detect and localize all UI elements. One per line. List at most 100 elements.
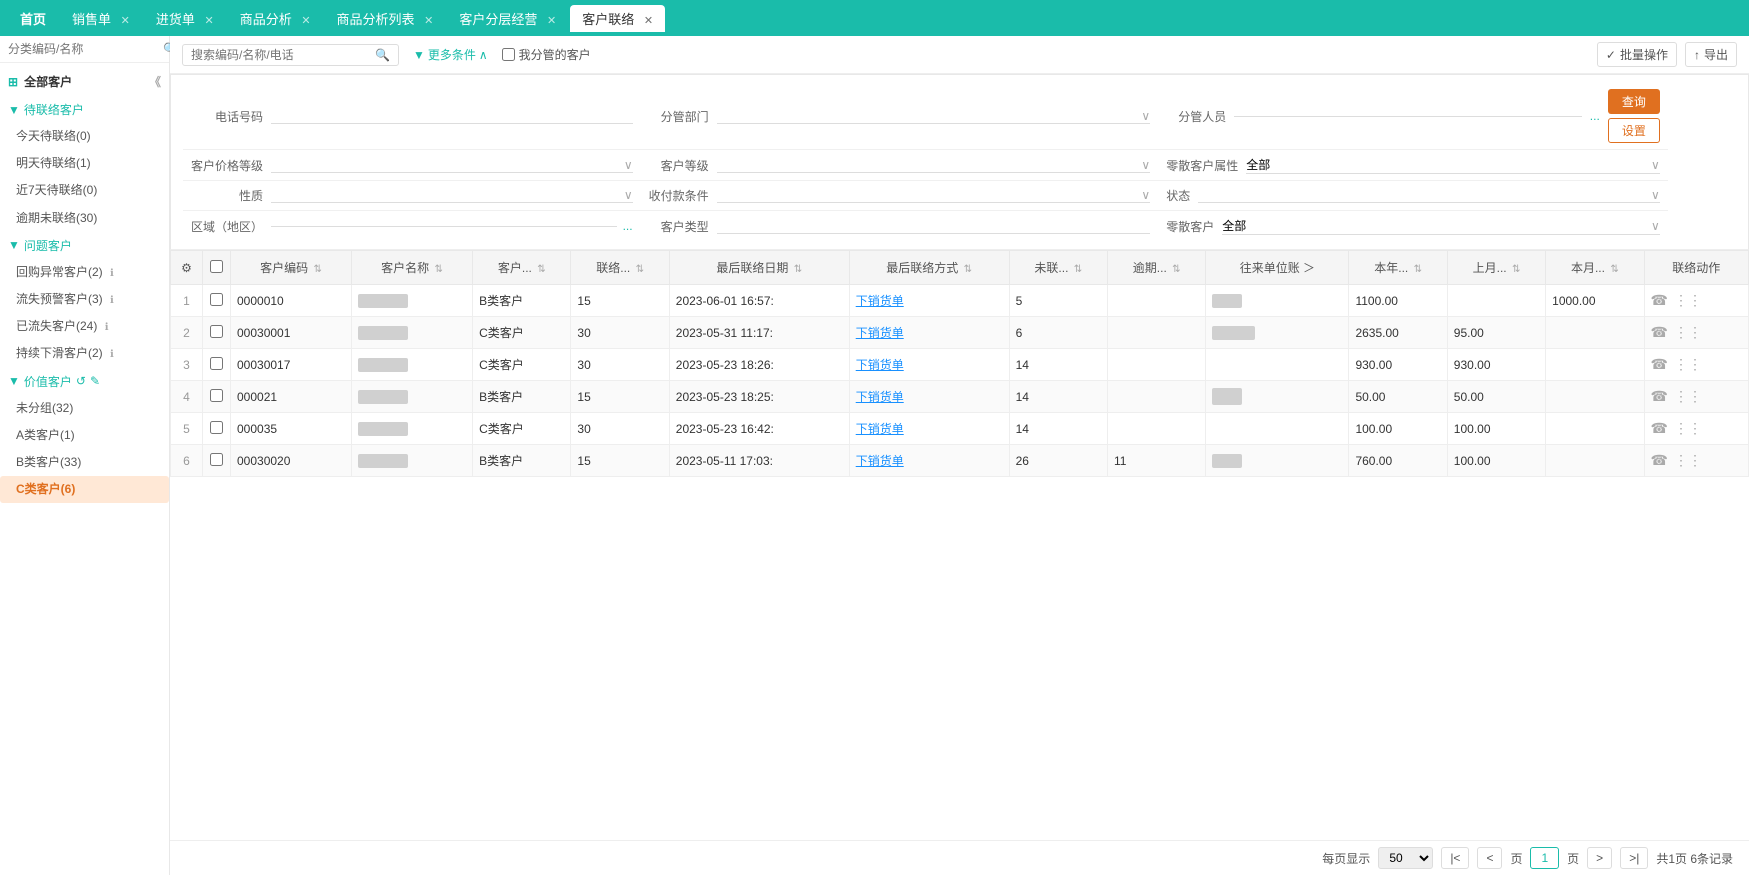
my-customers-checkbox[interactable] (502, 48, 515, 61)
row-action[interactable]: ☎ ⋮⋮ (1644, 381, 1748, 413)
row-checkbox-cell[interactable] (203, 349, 231, 381)
col-year[interactable]: 本年... ⇅ (1349, 251, 1447, 285)
contact-icon[interactable]: ☎ (1651, 420, 1668, 437)
gear-settings-icon[interactable]: ⚙ (181, 261, 192, 275)
my-customers-filter[interactable]: 我分管的客户 (502, 46, 591, 63)
close-sales-icon[interactable]: ✕ (121, 15, 130, 27)
nav-product-analysis[interactable]: 商品分析 ✕ (228, 5, 323, 32)
row-checkbox[interactable] (210, 357, 223, 370)
col-contact[interactable]: 联络... ⇅ (571, 251, 669, 285)
last-page-button[interactable]: >| (1620, 847, 1648, 869)
sidebar-item-class-a[interactable]: A类客户(1) (0, 422, 169, 449)
row-checkbox-cell[interactable] (203, 413, 231, 445)
col-overdue[interactable]: 逾期... ⇅ (1107, 251, 1205, 285)
sidebar-search-input[interactable] (8, 42, 163, 56)
sidebar-section-problem[interactable]: ▼ 问题客户 (0, 232, 169, 259)
row-last-method[interactable]: 下销货单 (849, 349, 1009, 381)
setting-button[interactable]: 设置 (1608, 118, 1660, 143)
row-checkbox[interactable] (210, 421, 223, 434)
sidebar-all-customers[interactable]: ⊞ 全部客户 《 (0, 67, 169, 96)
query-button[interactable]: 查询 (1608, 89, 1660, 114)
sidebar-item-repurchase-abnormal[interactable]: 回购异常客户(2) ℹ (0, 259, 169, 286)
contact-icon[interactable]: ☎ (1651, 452, 1668, 469)
row-last-method[interactable]: 下销货单 (849, 285, 1009, 317)
sidebar-item-churned[interactable]: 已流失客户(24) ℹ (0, 313, 169, 340)
filter-manager-input[interactable] (1234, 116, 1582, 117)
sidebar-item-today[interactable]: 今天待联络(0) (0, 123, 169, 150)
last-method-link[interactable]: 下销货单 (856, 422, 904, 436)
more-action-icon[interactable]: ⋮⋮ (1674, 452, 1702, 469)
row-checkbox[interactable] (210, 293, 223, 306)
more-conditions-button[interactable]: ▼ 更多条件 ∧ (407, 43, 494, 66)
sidebar-item-overdue[interactable]: 逾期未联络(30) (0, 205, 169, 232)
close-customer-contact-icon[interactable]: ✕ (644, 15, 653, 27)
col-code[interactable]: 客户编码 ⇅ (231, 251, 352, 285)
nav-sales[interactable]: 销售单 ✕ (60, 5, 142, 32)
col-this-month[interactable]: 本月... ⇅ (1546, 251, 1644, 285)
prev-page-button[interactable]: < (1477, 847, 1502, 869)
last-method-link[interactable]: 下销货单 (856, 358, 904, 372)
row-checkbox-cell[interactable] (203, 285, 231, 317)
sidebar-section-pending[interactable]: ▼ 待联络客户 (0, 96, 169, 123)
filter-region-ellipsis[interactable]: ... (623, 219, 633, 233)
col-last-date[interactable]: 最后联络日期 ⇅ (669, 251, 849, 285)
edit-icon[interactable]: ✎ (90, 374, 100, 388)
row-checkbox[interactable] (210, 453, 223, 466)
filter-retail-customer-select[interactable]: 全部 ∨ (1222, 217, 1660, 235)
row-checkbox-cell[interactable] (203, 445, 231, 477)
col-gear[interactable]: ⚙ (171, 251, 203, 285)
refresh-icon[interactable]: ↺ (76, 374, 86, 388)
filter-manager-ellipsis[interactable]: ... (1590, 109, 1600, 123)
row-last-method[interactable]: 下销货单 (849, 445, 1009, 477)
last-method-link[interactable]: 下销货单 (856, 294, 904, 308)
more-action-icon[interactable]: ⋮⋮ (1674, 324, 1702, 341)
filter-phone-input[interactable] (271, 109, 633, 124)
nav-product-analysis-list[interactable]: 商品分析列表 ✕ (325, 5, 446, 32)
sidebar-item-7days[interactable]: 近7天待联络(0) (0, 177, 169, 204)
filter-customer-type-input[interactable] (717, 219, 1151, 234)
filter-customer-level-select[interactable]: ∨ (717, 158, 1151, 173)
close-product-list-icon[interactable]: ✕ (424, 15, 433, 27)
nav-home[interactable]: 首页 (8, 5, 58, 32)
first-page-button[interactable]: |< (1441, 847, 1469, 869)
search-icon[interactable]: 🔍 (375, 48, 390, 62)
next-page-button[interactable]: > (1587, 847, 1612, 869)
collapse-icon[interactable]: 《 (149, 73, 161, 90)
sidebar-item-class-c[interactable]: C类客户(6) (0, 476, 169, 503)
last-method-link[interactable]: 下销货单 (856, 390, 904, 404)
nav-purchase[interactable]: 进货单 ✕ (144, 5, 226, 32)
row-action[interactable]: ☎ ⋮⋮ (1644, 349, 1748, 381)
col-checkbox[interactable] (203, 251, 231, 285)
sidebar-item-declining[interactable]: 持续下滑客户(2) ℹ (0, 340, 169, 367)
search-box[interactable]: 🔍 (182, 44, 399, 66)
row-last-method[interactable]: 下销货单 (849, 317, 1009, 349)
search-input[interactable] (191, 48, 371, 62)
sidebar-item-class-b[interactable]: B类客户(33) (0, 449, 169, 476)
filter-dept-select[interactable]: ∨ (717, 109, 1151, 124)
filter-price-level-select[interactable]: ∨ (271, 158, 633, 173)
row-action[interactable]: ☎ ⋮⋮ (1644, 317, 1748, 349)
nav-customer-contact[interactable]: 客户联络 ✕ (570, 5, 665, 32)
row-action[interactable]: ☎ ⋮⋮ (1644, 413, 1748, 445)
sidebar-item-tomorrow[interactable]: 明天待联络(1) (0, 150, 169, 177)
last-method-link[interactable]: 下销货单 (856, 454, 904, 468)
row-action[interactable]: ☎ ⋮⋮ (1644, 445, 1748, 477)
close-product-analysis-icon[interactable]: ✕ (301, 15, 310, 27)
close-customer-tier-icon[interactable]: ✕ (547, 15, 556, 27)
sidebar-section-value[interactable]: ▼ 价值客户 ↺ ✎ (0, 368, 169, 395)
row-checkbox[interactable] (210, 389, 223, 402)
row-checkbox-cell[interactable] (203, 381, 231, 413)
more-action-icon[interactable]: ⋮⋮ (1674, 292, 1702, 309)
filter-region-input[interactable] (271, 226, 617, 227)
col-last-method[interactable]: 最后联络方式 ⇅ (849, 251, 1009, 285)
row-last-method[interactable]: 下销货单 (849, 413, 1009, 445)
export-button[interactable]: ↑ 导出 (1685, 42, 1737, 67)
col-unlinkd[interactable]: 未联... ⇅ (1009, 251, 1107, 285)
batch-op-button[interactable]: ✓ 批量操作 (1597, 42, 1677, 67)
contact-icon[interactable]: ☎ (1651, 388, 1668, 405)
sidebar-item-churn-warning[interactable]: 流失预警客户(3) ℹ (0, 286, 169, 313)
filter-payment-select[interactable]: ∨ (717, 188, 1151, 203)
col-name[interactable]: 客户名称 ⇅ (352, 251, 473, 285)
more-action-icon[interactable]: ⋮⋮ (1674, 420, 1702, 437)
row-checkbox-cell[interactable] (203, 317, 231, 349)
